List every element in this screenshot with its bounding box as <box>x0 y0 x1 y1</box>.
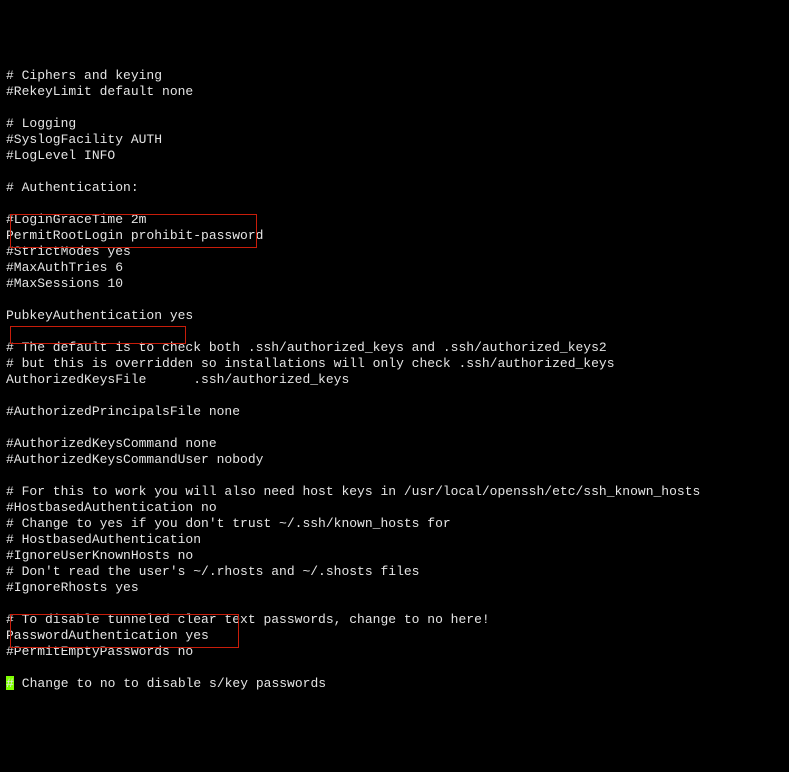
config-line: #SyslogFacility AUTH <box>6 132 783 148</box>
config-line: AuthorizedKeysFile .ssh/authorized_keys <box>6 372 783 388</box>
config-line: #StrictModes yes <box>6 244 783 260</box>
config-line: #PermitEmptyPasswords no <box>6 644 783 660</box>
config-line: #AuthorizedPrincipalsFile none <box>6 404 783 420</box>
config-line: # For this to work you will also need ho… <box>6 484 783 500</box>
config-line: #IgnoreUserKnownHosts no <box>6 548 783 564</box>
config-line: # Logging <box>6 116 783 132</box>
config-line: # The default is to check both .ssh/auth… <box>6 340 783 356</box>
config-line: # Change to no to disable s/key password… <box>6 676 783 692</box>
config-line: # but this is overridden so installation… <box>6 356 783 372</box>
config-line <box>6 660 783 676</box>
config-line <box>6 324 783 340</box>
config-line: #LoginGraceTime 2m <box>6 212 783 228</box>
config-line <box>6 196 783 212</box>
config-line: #AuthorizedKeysCommand none <box>6 436 783 452</box>
config-line: #MaxSessions 10 <box>6 276 783 292</box>
config-line: # To disable tunneled clear text passwor… <box>6 612 783 628</box>
config-line <box>6 596 783 612</box>
config-line <box>6 292 783 308</box>
terminal-editor[interactable]: # Ciphers and keying#RekeyLimit default … <box>6 68 783 692</box>
config-line <box>6 388 783 404</box>
text-cursor: # <box>6 676 14 690</box>
config-line <box>6 468 783 484</box>
config-line <box>6 164 783 180</box>
config-line: #RekeyLimit default none <box>6 84 783 100</box>
config-line: # HostbasedAuthentication <box>6 532 783 548</box>
config-line: # Authentication: <box>6 180 783 196</box>
config-line: #MaxAuthTries 6 <box>6 260 783 276</box>
config-line: #IgnoreRhosts yes <box>6 580 783 596</box>
config-line <box>6 100 783 116</box>
config-line <box>6 420 783 436</box>
config-line: # Don't read the user's ~/.rhosts and ~/… <box>6 564 783 580</box>
config-line: PermitRootLogin prohibit-password <box>6 228 783 244</box>
config-line: #LogLevel INFO <box>6 148 783 164</box>
config-line: #HostbasedAuthentication no <box>6 500 783 516</box>
config-line: PasswordAuthentication yes <box>6 628 783 644</box>
config-line: PubkeyAuthentication yes <box>6 308 783 324</box>
config-line: #AuthorizedKeysCommandUser nobody <box>6 452 783 468</box>
config-line: # Ciphers and keying <box>6 68 783 84</box>
config-line: # Change to yes if you don't trust ~/.ss… <box>6 516 783 532</box>
